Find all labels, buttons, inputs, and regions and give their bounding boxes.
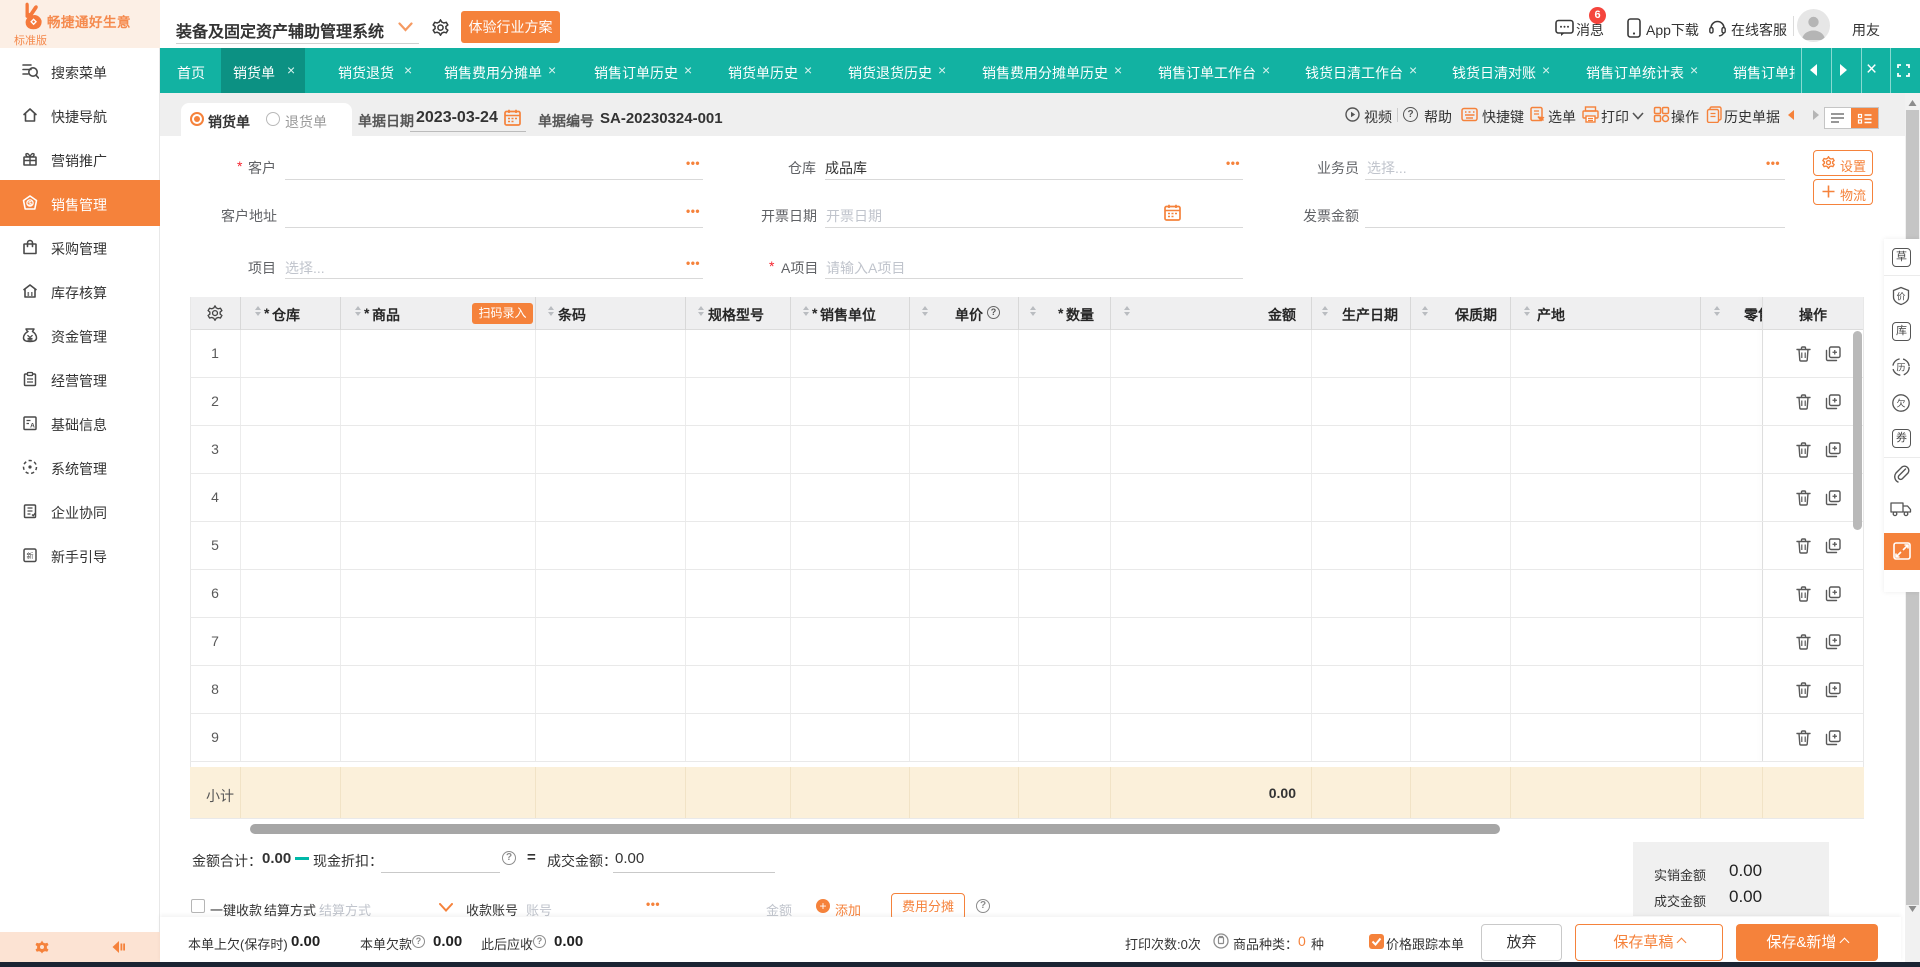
svg-text:新: 新 [27,551,34,560]
svg-text:A: A [30,423,35,430]
svg-text:价: 价 [1896,292,1905,302]
svg-text:欠: 欠 [1896,398,1905,409]
svg-text:$: $ [28,200,32,207]
svg-text:历: 历 [1896,363,1905,373]
